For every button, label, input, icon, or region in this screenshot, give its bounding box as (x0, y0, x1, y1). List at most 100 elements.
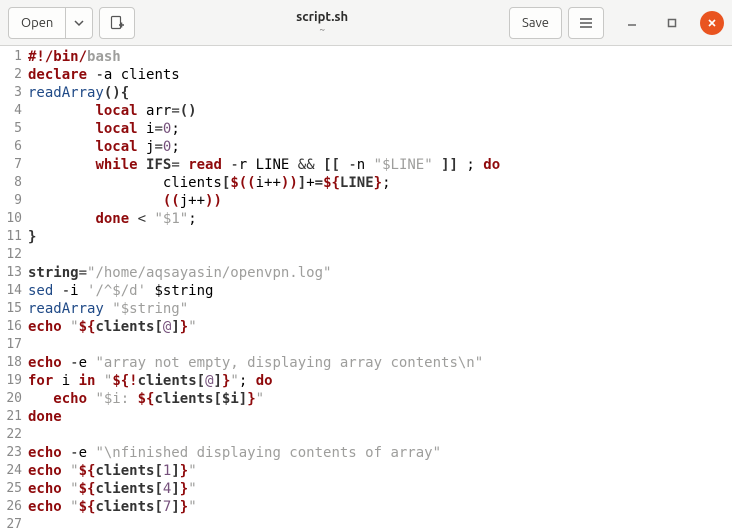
line-content: while IFS= read -r LINE && [[ -n "$LINE"… (26, 156, 500, 174)
close-button[interactable] (700, 11, 724, 35)
line-content: local i=0; (26, 120, 180, 138)
maximize-button[interactable] (660, 11, 684, 35)
code-editor[interactable]: 1#!/bin/bash2declare -a clients3readArra… (0, 46, 732, 529)
document-path: ~ (141, 24, 503, 35)
maximize-icon (666, 17, 678, 29)
code-line[interactable]: 7 while IFS= read -r LINE && [[ -n "$LIN… (0, 156, 732, 174)
code-line[interactable]: 18echo -e "array not empty, displaying a… (0, 354, 732, 372)
line-content: echo -e "\nfinished displaying contents … (26, 444, 441, 462)
code-line[interactable]: 14sed -i '/^$/d' $string (0, 282, 732, 300)
line-content: local arr=() (26, 102, 197, 120)
close-icon (706, 17, 718, 29)
line-content: for i in "${!clients[@]}"; do (26, 372, 273, 390)
code-line[interactable]: 24echo "${clients[1]}" (0, 462, 732, 480)
code-line[interactable]: 12 (0, 246, 732, 264)
line-content: readArray(){ (26, 84, 129, 102)
line-number: 22 (0, 426, 26, 444)
line-number: 13 (0, 264, 26, 282)
line-number: 4 (0, 102, 26, 120)
line-content (26, 516, 28, 529)
code-line[interactable]: 1#!/bin/bash (0, 48, 732, 66)
line-number: 6 (0, 138, 26, 156)
line-number: 27 (0, 516, 26, 529)
line-content: string="/home/aqsayasin/openvpn.log" (26, 264, 331, 282)
code-line[interactable]: 22 (0, 426, 732, 444)
code-line[interactable]: 11} (0, 228, 732, 246)
line-content: local j=0; (26, 138, 180, 156)
line-content: } (26, 228, 36, 246)
line-content: done < "$1"; (26, 210, 197, 228)
code-line[interactable]: 17 (0, 336, 732, 354)
hamburger-menu-button[interactable] (568, 7, 604, 39)
line-number: 7 (0, 156, 26, 174)
new-tab-button[interactable] (99, 7, 135, 39)
line-number: 26 (0, 498, 26, 516)
code-line[interactable]: 16echo "${clients[@]}" (0, 318, 732, 336)
chevron-down-icon (74, 18, 84, 28)
document-title: script.sh (141, 10, 503, 24)
line-content: echo "${clients[4]}" (26, 480, 197, 498)
code-line[interactable]: 23echo -e "\nfinished displaying content… (0, 444, 732, 462)
new-document-icon (109, 15, 125, 31)
hamburger-icon (579, 16, 593, 30)
code-line[interactable]: 13string="/home/aqsayasin/openvpn.log" (0, 264, 732, 282)
open-dropdown[interactable] (66, 8, 92, 38)
code-line[interactable]: 8 clients[$((i++))]+=${LINE}; (0, 174, 732, 192)
code-line[interactable]: 19for i in "${!clients[@]}"; do (0, 372, 732, 390)
open-button[interactable]: Open (9, 8, 65, 38)
code-line[interactable]: 4 local arr=() (0, 102, 732, 120)
line-content: echo "${clients[7]}" (26, 498, 197, 516)
line-content (26, 336, 28, 354)
line-number: 24 (0, 462, 26, 480)
line-content: echo "$i: ${clients[$i]}" (26, 390, 264, 408)
save-button[interactable]: Save (509, 7, 562, 39)
line-content: ((j++)) (26, 192, 222, 210)
line-number: 1 (0, 48, 26, 66)
window-title: script.sh ~ (141, 10, 503, 35)
line-number: 21 (0, 408, 26, 426)
line-number: 23 (0, 444, 26, 462)
code-line[interactable]: 27 (0, 516, 732, 529)
line-content: sed -i '/^$/d' $string (26, 282, 213, 300)
line-content: echo -e "array not empty, displaying arr… (26, 354, 483, 372)
line-content (26, 426, 28, 444)
line-content: readArray "$string" (26, 300, 188, 318)
line-number: 16 (0, 318, 26, 336)
line-number: 5 (0, 120, 26, 138)
code-line[interactable]: 2declare -a clients (0, 66, 732, 84)
code-line[interactable]: 10 done < "$1"; (0, 210, 732, 228)
line-number: 11 (0, 228, 26, 246)
line-content: echo "${clients[@]}" (26, 318, 197, 336)
code-line[interactable]: 26echo "${clients[7]}" (0, 498, 732, 516)
line-content: declare -a clients (26, 66, 180, 84)
line-number: 2 (0, 66, 26, 84)
code-line[interactable]: 21done (0, 408, 732, 426)
line-content (26, 246, 28, 264)
line-number: 20 (0, 390, 26, 408)
minimize-button[interactable] (620, 11, 644, 35)
open-button-group: Open (8, 7, 93, 39)
line-content: #!/bin/bash (26, 48, 121, 66)
line-number: 12 (0, 246, 26, 264)
line-content: echo "${clients[1]}" (26, 462, 197, 480)
code-line[interactable]: 15readArray "$string" (0, 300, 732, 318)
line-number: 18 (0, 354, 26, 372)
code-line[interactable]: 5 local i=0; (0, 120, 732, 138)
code-line[interactable]: 20 echo "$i: ${clients[$i]}" (0, 390, 732, 408)
line-number: 15 (0, 300, 26, 318)
code-line[interactable]: 6 local j=0; (0, 138, 732, 156)
line-number: 17 (0, 336, 26, 354)
line-number: 14 (0, 282, 26, 300)
code-line[interactable]: 9 ((j++)) (0, 192, 732, 210)
line-number: 19 (0, 372, 26, 390)
line-number: 8 (0, 174, 26, 192)
code-line[interactable]: 25echo "${clients[4]}" (0, 480, 732, 498)
line-number: 9 (0, 192, 26, 210)
code-line[interactable]: 3readArray(){ (0, 84, 732, 102)
titlebar: Open script.sh ~ Save (0, 0, 732, 46)
line-number: 3 (0, 84, 26, 102)
line-content: done (26, 408, 62, 426)
line-number: 25 (0, 480, 26, 498)
line-number: 10 (0, 210, 26, 228)
line-content: clients[$((i++))]+=${LINE}; (26, 174, 391, 192)
